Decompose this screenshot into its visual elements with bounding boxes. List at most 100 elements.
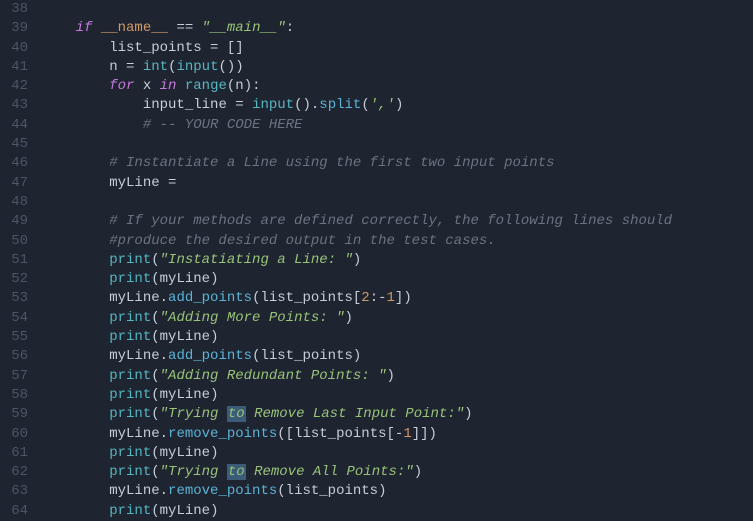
code-line[interactable] (42, 135, 753, 154)
token-op: == (176, 20, 193, 36)
code-area[interactable]: if __name__ == "__main__": list_points =… (38, 0, 753, 521)
token-op: = (126, 59, 134, 75)
token-var: myLine (109, 290, 159, 306)
line-number: 62 (6, 463, 28, 482)
token-punct: ( (151, 271, 159, 287)
token-punct: ): (244, 78, 261, 94)
token-punct: ) (210, 503, 218, 519)
token-var: list_points (286, 483, 378, 499)
token-hl: to (227, 464, 246, 480)
code-line[interactable]: print(myLine) (42, 502, 753, 521)
token-builtin: print (109, 329, 151, 345)
token-punct: ( (151, 445, 159, 461)
token-op: = (168, 175, 176, 191)
line-number: 42 (6, 77, 28, 96)
token-cm: # -- YOUR CODE HERE (143, 117, 303, 133)
token-fn: add_points (168, 348, 252, 364)
token-builtin: print (109, 406, 151, 422)
token-builtin: print (109, 310, 151, 326)
code-line[interactable]: # -- YOUR CODE HERE (42, 116, 753, 135)
token-var: list_points (260, 290, 352, 306)
token-punct: . (160, 426, 168, 442)
code-line[interactable]: print("Trying to Remove Last Input Point… (42, 405, 753, 424)
token-punct: [] (227, 40, 244, 56)
token-punct: . (160, 348, 168, 364)
token-builtin: print (109, 503, 151, 519)
token-kw: in (160, 78, 177, 94)
code-line[interactable]: # Instantiate a Line using the first two… (42, 154, 753, 173)
code-line[interactable]: myLine.remove_points([list_points[-1]]) (42, 425, 753, 444)
line-number: 61 (6, 444, 28, 463)
token-str: "__main__" (202, 20, 286, 36)
line-number: 38 (6, 0, 28, 19)
token-cm: # Instantiate a Line using the first two… (109, 155, 554, 171)
code-line[interactable]: print(myLine) (42, 386, 753, 405)
code-line[interactable]: myLine.add_points(list_points[2:-1]) (42, 289, 753, 308)
token-dunder: __name__ (101, 20, 168, 36)
token-punct: : (370, 290, 378, 306)
token-num: 2 (361, 290, 369, 306)
code-line[interactable] (42, 193, 753, 212)
line-number: 53 (6, 289, 28, 308)
token-var: input_line (143, 97, 227, 113)
token-str: Remove Last Input Point:" (246, 406, 464, 422)
token-punct: ( (151, 310, 159, 326)
code-line[interactable]: print("Instatiating a Line: ") (42, 251, 753, 270)
token-builtin: print (109, 271, 151, 287)
token-builtin: print (109, 445, 151, 461)
token-punct: ( (151, 329, 159, 345)
code-line[interactable]: myLine = (42, 174, 753, 193)
line-number: 49 (6, 212, 28, 231)
line-number: 48 (6, 193, 28, 212)
line-number: 44 (6, 116, 28, 135)
code-line[interactable]: for x in range(n): (42, 77, 753, 96)
token-punct: ( (151, 503, 159, 519)
line-number: 40 (6, 39, 28, 58)
line-number: 64 (6, 502, 28, 521)
code-line[interactable]: list_points = [] (42, 39, 753, 58)
code-line[interactable]: myLine.remove_points(list_points) (42, 482, 753, 501)
token-punct: (). (294, 97, 319, 113)
token-kw: for (109, 78, 134, 94)
code-editor[interactable]: 3839404142434445464748495051525354555657… (0, 0, 753, 521)
code-line[interactable]: n = int(input()) (42, 58, 753, 77)
code-line[interactable]: print("Adding More Points: ") (42, 309, 753, 328)
token-var: myLine (109, 175, 159, 191)
token-builtin: input (252, 97, 294, 113)
code-line[interactable]: print(myLine) (42, 270, 753, 289)
token-punct: [ (387, 426, 395, 442)
token-op: = (210, 40, 218, 56)
code-line[interactable]: myLine.add_points(list_points) (42, 347, 753, 366)
token-punct: ) (210, 387, 218, 403)
token-punct: ([ (277, 426, 294, 442)
code-line[interactable]: #produce the desired output in the test … (42, 232, 753, 251)
token-punct: ) (395, 97, 403, 113)
token-str: Remove All Points:" (246, 464, 414, 480)
code-line[interactable]: if __name__ == "__main__": (42, 19, 753, 38)
token-punct: . (160, 483, 168, 499)
token-builtin: range (185, 78, 227, 94)
code-line[interactable]: print("Adding Redundant Points: ") (42, 367, 753, 386)
line-number: 56 (6, 347, 28, 366)
token-hl: to (227, 406, 246, 422)
code-line[interactable]: print(myLine) (42, 328, 753, 347)
token-builtin: print (109, 387, 151, 403)
token-fn: remove_points (168, 426, 277, 442)
token-punct: ( (277, 483, 285, 499)
code-line[interactable]: print(myLine) (42, 444, 753, 463)
token-var: list_points (294, 426, 386, 442)
code-line[interactable]: # If your methods are defined correctly,… (42, 212, 753, 231)
token-num: 1 (387, 290, 395, 306)
line-number: 54 (6, 309, 28, 328)
line-number: 63 (6, 482, 28, 501)
token-punct: ) (378, 483, 386, 499)
token-fn: remove_points (168, 483, 277, 499)
token-cm: # If your methods are defined correctly,… (109, 213, 672, 229)
code-line[interactable]: print("Trying to Remove All Points:") (42, 463, 753, 482)
token-fn: split (319, 97, 361, 113)
token-builtin: print (109, 368, 151, 384)
code-line[interactable] (42, 0, 753, 19)
code-line[interactable]: input_line = input().split(',') (42, 96, 753, 115)
token-fn: add_points (168, 290, 252, 306)
token-var: myLine (160, 329, 210, 345)
